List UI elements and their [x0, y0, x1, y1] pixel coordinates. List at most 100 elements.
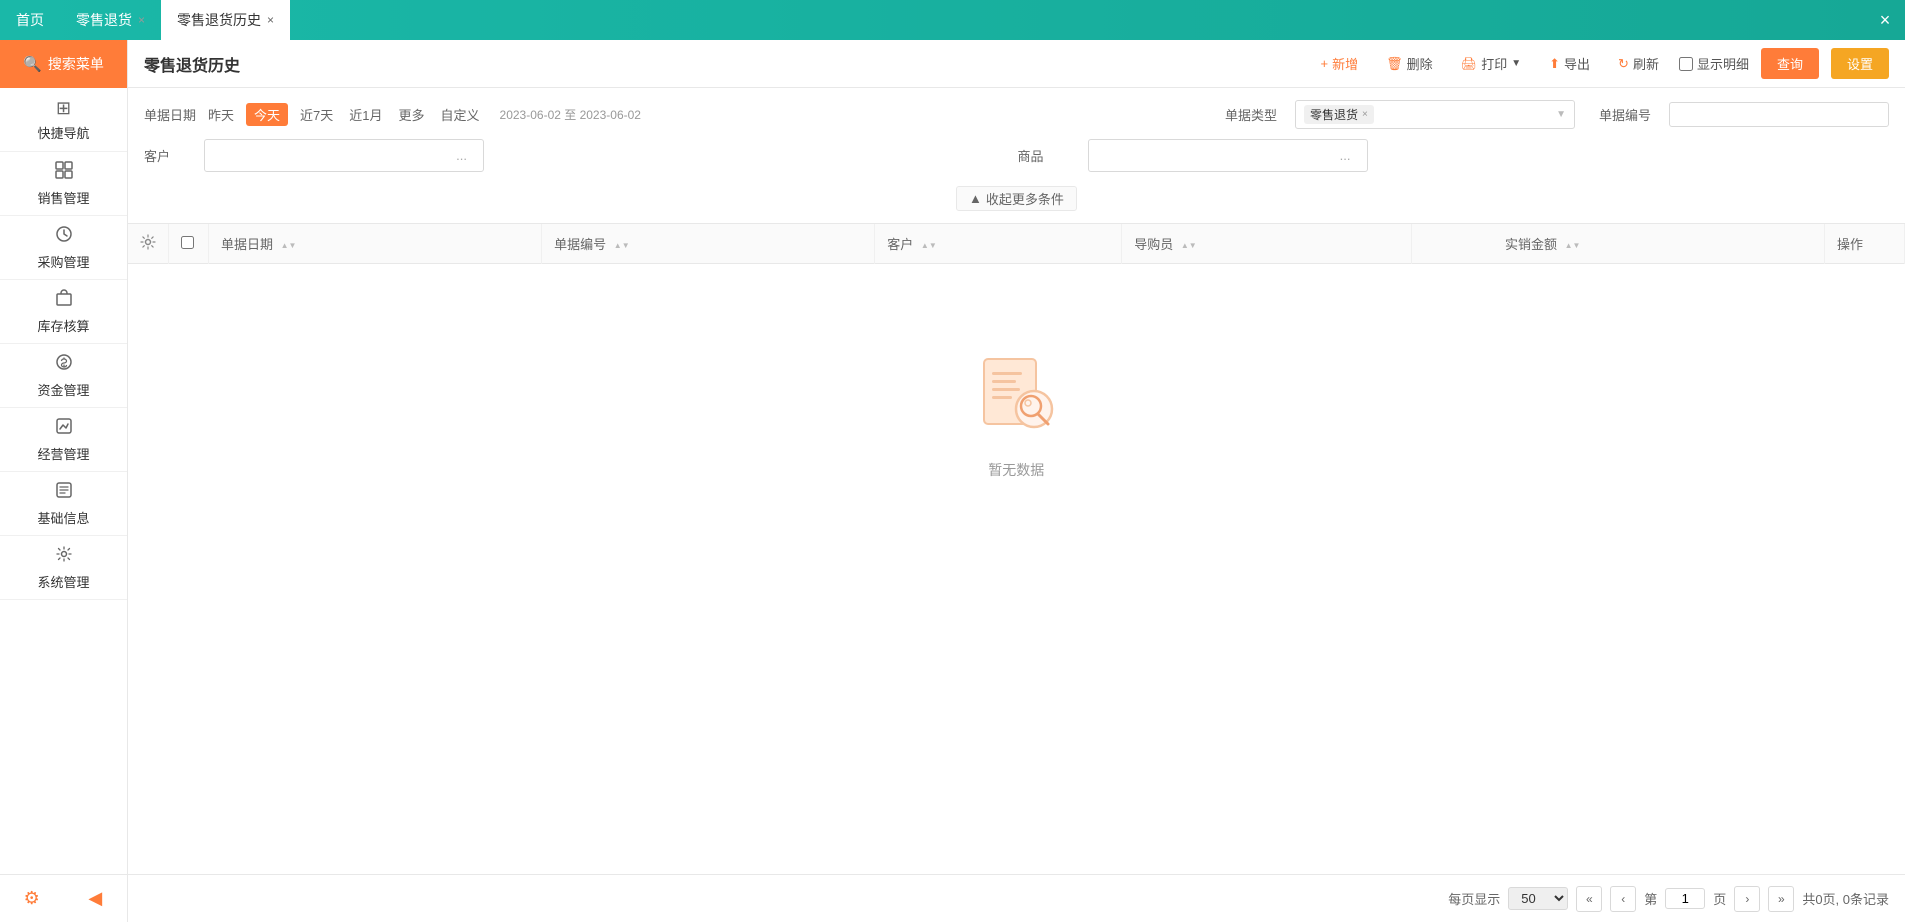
- search-icon: 🔍: [23, 55, 42, 73]
- date-opt-today[interactable]: 今天: [246, 103, 288, 126]
- display-switch: 显示明细: [1679, 54, 1749, 73]
- new-label: 新增: [1332, 54, 1358, 73]
- top-bar: 首页 零售退货 × 零售退货历史 × ×: [0, 0, 1905, 40]
- sidebar-item-inventory[interactable]: 库存核算: [0, 280, 127, 344]
- filter-row-1: 单据日期 昨天 今天 近7天 近1月 更多 自定义 2023-06-02 至 2…: [144, 100, 1889, 129]
- export-button[interactable]: ⬆ 导出: [1541, 50, 1598, 77]
- sidebar-item-basic-info[interactable]: 基础信息: [0, 472, 127, 536]
- sidebar-item-quick-nav[interactable]: ⊞ 快捷导航: [0, 88, 127, 152]
- tab-retail-return[interactable]: 零售退货 ×: [60, 0, 161, 40]
- sidebar-item-quick-nav-label: 快捷导航: [37, 123, 89, 142]
- goods-input[interactable]: ...: [1088, 139, 1368, 172]
- sidebar-item-system-label: 系统管理: [37, 572, 89, 591]
- th-guide-sort[interactable]: ▲▼: [1181, 242, 1197, 250]
- export-label: 导出: [1564, 54, 1590, 73]
- prev-page-button[interactable]: ‹: [1610, 886, 1636, 912]
- delete-button[interactable]: 🗑 删除: [1378, 50, 1441, 77]
- empty-row: 暂无数据: [128, 264, 1905, 561]
- empty-icon: [966, 344, 1066, 444]
- new-button[interactable]: + 新增: [1313, 50, 1367, 77]
- refresh-button[interactable]: ↻ 刷新: [1610, 50, 1667, 77]
- filter-area: 单据日期 昨天 今天 近7天 近1月 更多 自定义 2023-06-02 至 2…: [128, 88, 1905, 224]
- next-page-button[interactable]: ›: [1734, 886, 1760, 912]
- tab-retail-return-history[interactable]: 零售退货历史 ×: [161, 0, 290, 40]
- empty-state-cell: 暂无数据: [128, 264, 1905, 561]
- th-date: 单据日期 ▲▼: [209, 224, 542, 264]
- sidebar-menu-button[interactable]: ◀: [77, 881, 113, 917]
- sidebar-search-button[interactable]: 🔍 搜索菜单: [0, 40, 127, 88]
- voucher-type-tag-value: 零售退货: [1310, 106, 1358, 123]
- sidebar-item-finance[interactable]: 资金管理: [0, 344, 127, 408]
- tab-retail-return-history-close[interactable]: ×: [267, 13, 274, 27]
- sidebar-item-inventory-label: 库存核算: [37, 316, 89, 335]
- purchase-mgmt-icon: [55, 225, 73, 248]
- tab-retail-return-close[interactable]: ×: [138, 13, 145, 27]
- sidebar-settings-button[interactable]: ⚙: [14, 881, 50, 917]
- sidebar-item-finance-label: 资金管理: [37, 380, 89, 399]
- tab-home-label: 首页: [16, 10, 44, 30]
- date-filter-label: 单据日期: [144, 105, 204, 124]
- display-detail-checkbox[interactable]: [1679, 57, 1693, 71]
- sidebar-item-business-label: 经营管理: [37, 444, 89, 463]
- last-page-button[interactable]: »: [1768, 886, 1794, 912]
- collapse-button[interactable]: ▲ 收起更多条件: [956, 186, 1077, 211]
- select-all-checkbox[interactable]: [181, 236, 194, 249]
- business-icon: [55, 417, 73, 440]
- date-opt-7days[interactable]: 近7天: [296, 103, 337, 126]
- inventory-icon: [55, 289, 73, 312]
- main-layout: 🔍 搜索菜单 ⊞ 快捷导航 销售管理: [0, 40, 1905, 922]
- page-actions: + 新增 🗑 删除 🖨 打印 ▼ ⬆ 导出 ↻ 刷新: [1313, 48, 1889, 79]
- sidebar-item-sales-mgmt[interactable]: 销售管理: [0, 152, 127, 216]
- window-close-button[interactable]: ×: [1865, 0, 1905, 40]
- date-options: 昨天 今天 近7天 近1月 更多 自定义 2023-06-02 至 2023-0…: [204, 103, 641, 126]
- page-size-select[interactable]: 20 50 100: [1508, 887, 1568, 910]
- th-customer-label: 客户: [887, 237, 913, 252]
- goods-filter-label: 商品: [1018, 146, 1088, 165]
- sidebar-item-system[interactable]: 系统管理: [0, 536, 127, 600]
- voucher-no-input[interactable]: [1669, 102, 1889, 127]
- th-date-sort[interactable]: ▲▼: [281, 242, 297, 250]
- date-opt-yesterday[interactable]: 昨天: [204, 103, 238, 126]
- content-area: 零售退货历史 + 新增 🗑 删除 🖨 打印 ▼ ⬆ 导出: [128, 40, 1905, 922]
- voucher-type-select[interactable]: 零售退货 × ▼: [1295, 100, 1575, 129]
- sidebar-item-basic-info-label: 基础信息: [37, 508, 89, 527]
- date-range-display: 2023-06-02 至 2023-06-02: [500, 106, 641, 123]
- date-opt-1month[interactable]: 近1月: [345, 103, 386, 126]
- th-no-label: 单据编号: [554, 237, 606, 252]
- voucher-type-dropdown-icon: ▼: [1556, 109, 1566, 120]
- data-table: 单据日期 ▲▼ 单据编号 ▲▼ 客户 ▲▼ 导购员: [128, 224, 1905, 560]
- sidebar-item-sales-mgmt-label: 销售管理: [37, 188, 89, 207]
- th-settings[interactable]: [128, 224, 169, 264]
- sidebar-item-business[interactable]: 经营管理: [0, 408, 127, 472]
- th-no-sort[interactable]: ▲▼: [614, 242, 630, 250]
- first-page-button[interactable]: «: [1576, 886, 1602, 912]
- voucher-type-remove-button[interactable]: ×: [1362, 109, 1368, 120]
- page-number-input[interactable]: [1665, 888, 1705, 909]
- th-amount-sort[interactable]: ▲▼: [1565, 242, 1581, 250]
- print-dropdown-icon: ▼: [1511, 58, 1521, 69]
- sidebar: 🔍 搜索菜单 ⊞ 快捷导航 销售管理: [0, 40, 128, 922]
- date-opt-more[interactable]: 更多: [395, 103, 429, 126]
- print-button[interactable]: 🖨 打印 ▼: [1453, 50, 1529, 77]
- sidebar-item-purchase-mgmt[interactable]: 采购管理: [0, 216, 127, 280]
- sidebar-menu: ⊞ 快捷导航 销售管理: [0, 88, 127, 874]
- th-checkbox[interactable]: [169, 224, 209, 264]
- th-ops-label: 操作: [1837, 237, 1863, 252]
- table-header-row: 单据日期 ▲▼ 单据编号 ▲▼ 客户 ▲▼ 导购员: [128, 224, 1905, 264]
- th-amount: 实销金额 ▲▼: [1493, 224, 1825, 264]
- th-customer-sort[interactable]: ▲▼: [921, 242, 937, 250]
- refresh-icon: ↻: [1618, 56, 1629, 72]
- print-icon: 🖨: [1461, 56, 1478, 72]
- customer-input[interactable]: ...: [204, 139, 484, 172]
- basic-info-icon: [55, 481, 73, 504]
- tab-retail-return-history-label: 零售退货历史: [177, 10, 261, 30]
- page-prefix: 第: [1644, 889, 1657, 908]
- date-opt-custom[interactable]: 自定义: [437, 103, 484, 126]
- empty-state: 暂无数据: [128, 264, 1905, 560]
- settings-button[interactable]: 设置: [1831, 48, 1889, 79]
- tab-home[interactable]: 首页: [0, 0, 60, 40]
- query-button[interactable]: 查询: [1761, 48, 1819, 79]
- tab-retail-return-label: 零售退货: [76, 10, 132, 30]
- tab-list: 首页 零售退货 × 零售退货历史 ×: [0, 0, 1865, 40]
- table-settings-icon[interactable]: [140, 234, 156, 250]
